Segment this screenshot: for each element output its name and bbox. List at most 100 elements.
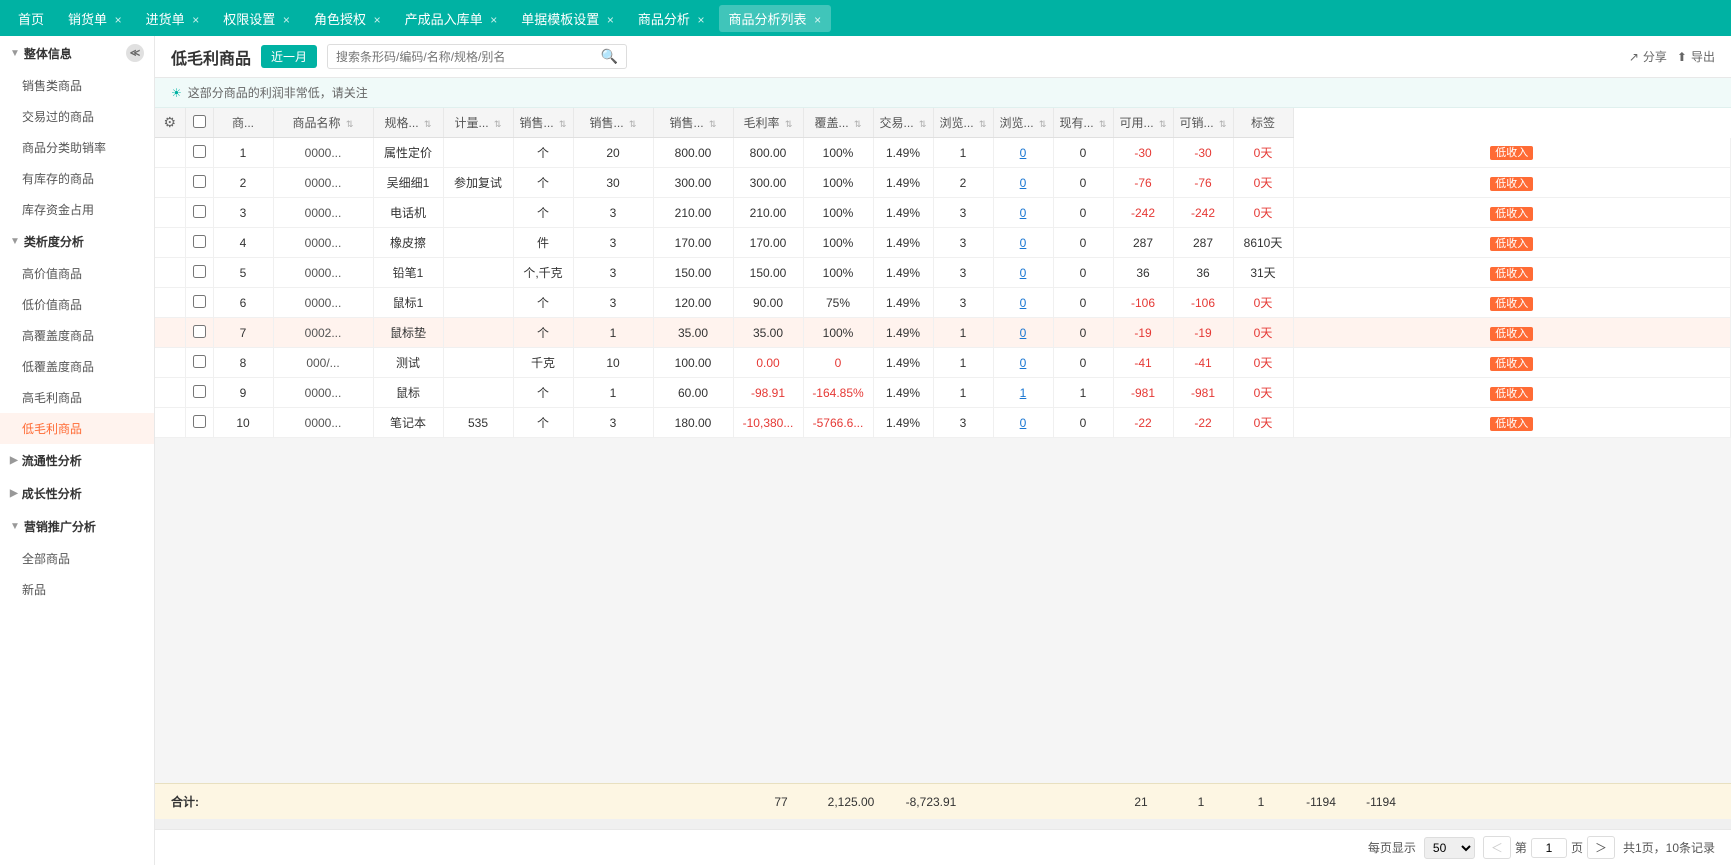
share-button[interactable]: ↗ 分享 [1629, 48, 1667, 65]
nav-sales-order[interactable]: 销货单 × [58, 5, 132, 32]
scrollbar-area[interactable] [155, 819, 1731, 829]
sidebar-item-all-goods[interactable]: 全部商品 [0, 543, 154, 574]
sidebar-group-circulation[interactable]: ▶ 流通性分析 [0, 444, 154, 477]
cell-browse1[interactable]: 0 [993, 288, 1053, 318]
row-checkbox[interactable] [193, 265, 206, 278]
search-box[interactable]: 🔍 [327, 44, 627, 69]
row-checkbox[interactable] [193, 295, 206, 308]
cell-current-stock: -106 [1113, 288, 1173, 318]
nav-role-auth[interactable]: 角色授权 × [304, 5, 391, 32]
page-number-input[interactable] [1531, 838, 1567, 858]
export-button[interactable]: ⬆ 导出 [1677, 48, 1715, 65]
col-name[interactable]: 商品名称 ⇅ [273, 108, 373, 138]
sidebar-group-analysis[interactable]: ▼ 类析度分析 [0, 225, 154, 258]
col-coverage[interactable]: 覆盖... ⇅ [803, 108, 873, 138]
cell-checkbox[interactable] [185, 408, 213, 438]
date-filter-button[interactable]: 近一月 [261, 45, 317, 68]
sidebar-item-new-goods[interactable]: 新品 [0, 574, 154, 605]
nav-template-settings[interactable]: 单据模板设置 × [511, 5, 624, 32]
sidebar-item-traded-goods[interactable]: 交易过的商品 [0, 101, 154, 132]
col-available[interactable]: 可用... ⇅ [1113, 108, 1173, 138]
col-sales-amount[interactable]: 销售... ⇅ [573, 108, 653, 138]
sidebar-item-sales-goods[interactable]: 销售类商品 [0, 70, 154, 101]
search-icon[interactable]: 🔍 [601, 48, 618, 65]
col-trade[interactable]: 交易... ⇅ [873, 108, 933, 138]
cell-checkbox[interactable] [185, 168, 213, 198]
cell-browse1[interactable]: 0 [993, 138, 1053, 168]
row-checkbox[interactable] [193, 385, 206, 398]
col-saleable[interactable]: 可销... ⇅ [1173, 108, 1233, 138]
cell-checkbox[interactable] [185, 348, 213, 378]
col-gross-rate[interactable]: 毛利率 ⇅ [733, 108, 803, 138]
nav-home[interactable]: 首页 [8, 5, 54, 32]
row-checkbox[interactable] [193, 145, 206, 158]
sidebar-group-overall[interactable]: ▼ 整体信息 ≪ [0, 36, 154, 70]
sidebar-item-low-value[interactable]: 低价值商品 [0, 289, 154, 320]
data-table: ⚙ 商... 商品名称 ⇅ 规格... ⇅ 计量... ⇅ 销售... ⇅ 销售… [155, 108, 1731, 438]
cell-browse1[interactable]: 0 [993, 198, 1053, 228]
cell-checkbox[interactable] [185, 288, 213, 318]
col-sales-profit[interactable]: 销售... ⇅ [653, 108, 733, 138]
cell-browse1[interactable]: 0 [993, 348, 1053, 378]
row-checkbox[interactable] [193, 415, 206, 428]
sidebar-item-category-rate[interactable]: 商品分类助销率 [0, 132, 154, 163]
cell-browse1[interactable]: 0 [993, 228, 1053, 258]
row-checkbox[interactable] [193, 325, 206, 338]
cell-checkbox[interactable] [185, 228, 213, 258]
select-all-checkbox[interactable] [193, 115, 206, 128]
top-nav: 首页 销货单 × 进货单 × 权限设置 × 角色授权 × 产成品入库单 × 单据… [0, 0, 1731, 36]
cell-browse1[interactable]: 0 [993, 258, 1053, 288]
settings-icon[interactable]: ⚙ [163, 114, 176, 130]
col-current-stock[interactable]: 现有... ⇅ [1053, 108, 1113, 138]
col-sales-count[interactable]: 销售... ⇅ [513, 108, 573, 138]
nav-goods-analysis-list[interactable]: 商品分析列表 × [719, 5, 832, 32]
cell-gross-rate: 100% [803, 258, 873, 288]
cell-browse1[interactable]: 0 [993, 408, 1053, 438]
search-input[interactable] [336, 50, 601, 64]
nav-permission[interactable]: 权限设置 × [213, 5, 300, 32]
cell-checkbox[interactable] [185, 258, 213, 288]
page-nav: ＜ 第 页 ＞ [1483, 836, 1615, 859]
col-browse1[interactable]: 浏览... ⇅ [933, 108, 993, 138]
row-checkbox[interactable] [193, 205, 206, 218]
nav-goods-analysis[interactable]: 商品分析 × [628, 5, 715, 32]
sidebar-group-growth[interactable]: ▶ 成长性分析 [0, 477, 154, 510]
nav-product-entry[interactable]: 产成品入库单 × [395, 5, 508, 32]
col-checkbox[interactable] [185, 108, 213, 138]
cell-saleable: 0天 [1233, 378, 1293, 408]
col-unit[interactable]: 计量... ⇅ [443, 108, 513, 138]
cell-checkbox[interactable] [185, 198, 213, 228]
sidebar-item-low-coverage[interactable]: 低覆盖度商品 [0, 351, 154, 382]
sidebar-item-stock-goods[interactable]: 有库存的商品 [0, 163, 154, 194]
tag-badge: 低收入 [1490, 297, 1533, 311]
prev-page-button[interactable]: ＜ [1483, 836, 1511, 859]
sidebar-item-low-profit[interactable]: 低毛利商品 [0, 413, 154, 444]
sidebar-item-high-value[interactable]: 高价值商品 [0, 258, 154, 289]
sidebar-item-high-coverage[interactable]: 高覆盖度商品 [0, 320, 154, 351]
sidebar-item-stock-capital[interactable]: 库存资金占用 [0, 194, 154, 225]
next-page-button[interactable]: ＞ [1587, 836, 1615, 859]
nav-purchase-order[interactable]: 进货单 × [136, 5, 210, 32]
cell-checkbox[interactable] [185, 138, 213, 168]
cell-browse1[interactable]: 0 [993, 318, 1053, 348]
cell-checkbox[interactable] [185, 318, 213, 348]
row-checkbox[interactable] [193, 355, 206, 368]
sidebar-item-high-profit[interactable]: 高毛利商品 [0, 382, 154, 413]
cell-browse1[interactable]: 0 [993, 168, 1053, 198]
table-container[interactable]: ⚙ 商... 商品名称 ⇅ 规格... ⇅ 计量... ⇅ 销售... ⇅ 销售… [155, 108, 1731, 783]
pagination: 每页显示 50 20 100 ＜ 第 页 ＞ 共1页，10条记录 [155, 829, 1731, 865]
tag-badge: 低收入 [1490, 357, 1533, 371]
col-browse2[interactable]: 浏览... ⇅ [993, 108, 1053, 138]
row-checkbox[interactable] [193, 175, 206, 188]
collapse-icon[interactable]: ≪ [126, 44, 144, 62]
col-spec[interactable]: 规格... ⇅ [373, 108, 443, 138]
total-sales-amount: 2,125.00 [811, 795, 891, 809]
col-settings[interactable]: ⚙ [155, 108, 185, 138]
per-page-select[interactable]: 50 20 100 [1424, 837, 1475, 859]
sidebar-group-marketing[interactable]: ▼ 营销推广分析 [0, 510, 154, 543]
cell-checkbox[interactable] [185, 378, 213, 408]
row-checkbox[interactable] [193, 235, 206, 248]
cell-code: 0000... [273, 228, 373, 258]
cell-browse1[interactable]: 1 [993, 378, 1053, 408]
tag-badge: 低收入 [1490, 207, 1533, 221]
